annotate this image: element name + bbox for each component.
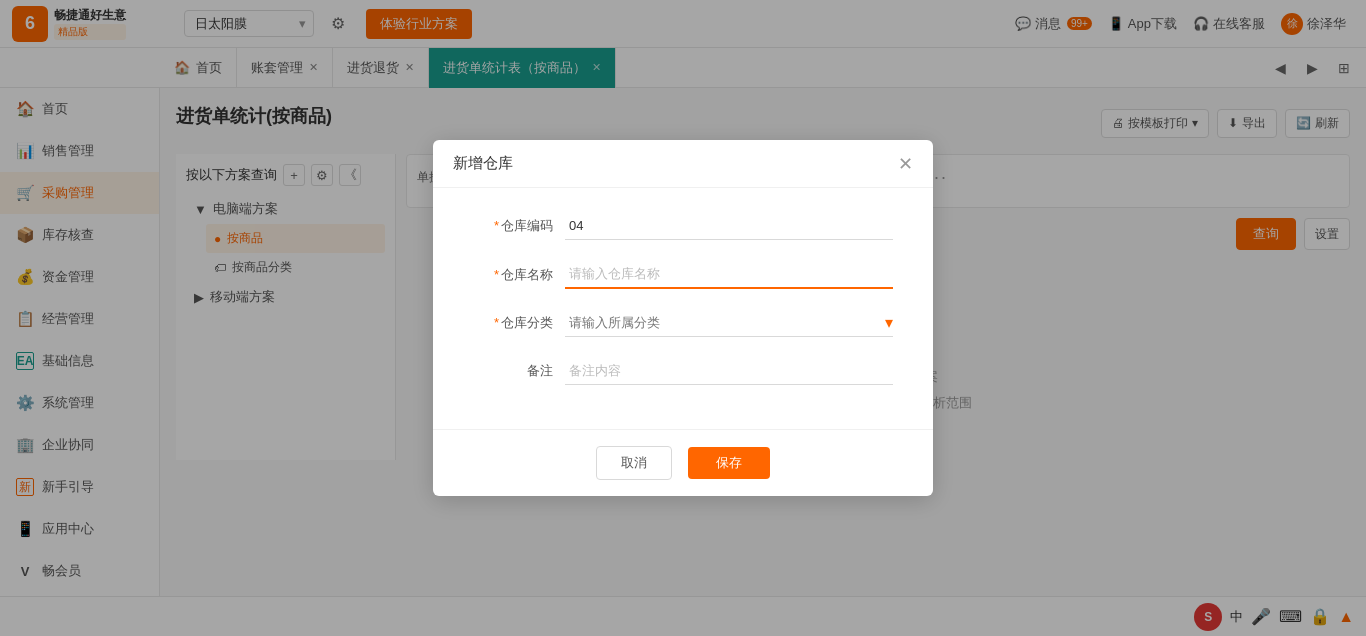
- cancel-btn[interactable]: 取消: [596, 446, 672, 480]
- save-btn[interactable]: 保存: [688, 447, 770, 479]
- name-input[interactable]: [565, 260, 893, 289]
- category-label: *仓库分类: [473, 314, 553, 332]
- dialog-footer: 取消 保存: [433, 429, 933, 496]
- dialog-title: 新增仓库: [453, 154, 513, 173]
- dialog-header: 新增仓库 ✕: [433, 140, 933, 188]
- code-label: *仓库编码: [473, 217, 553, 235]
- remark-input[interactable]: [565, 357, 893, 385]
- category-input[interactable]: [565, 309, 885, 336]
- category-select-wrap: ▾: [565, 309, 893, 337]
- new-warehouse-dialog: 新增仓库 ✕ *仓库编码 *仓库名称 *仓库分类: [433, 140, 933, 496]
- form-row-remark: 备注: [473, 357, 893, 385]
- code-input[interactable]: [565, 212, 893, 240]
- form-row-category: *仓库分类 ▾: [473, 309, 893, 337]
- form-row-name: *仓库名称: [473, 260, 893, 289]
- remark-label: 备注: [473, 362, 553, 380]
- form-row-code: *仓库编码: [473, 212, 893, 240]
- dialog-close-btn[interactable]: ✕: [898, 155, 913, 173]
- category-dropdown-icon[interactable]: ▾: [885, 313, 893, 332]
- name-label: *仓库名称: [473, 266, 553, 284]
- modal-overlay[interactable]: 新增仓库 ✕ *仓库编码 *仓库名称 *仓库分类: [0, 0, 1366, 636]
- dialog-body: *仓库编码 *仓库名称 *仓库分类 ▾: [433, 188, 933, 429]
